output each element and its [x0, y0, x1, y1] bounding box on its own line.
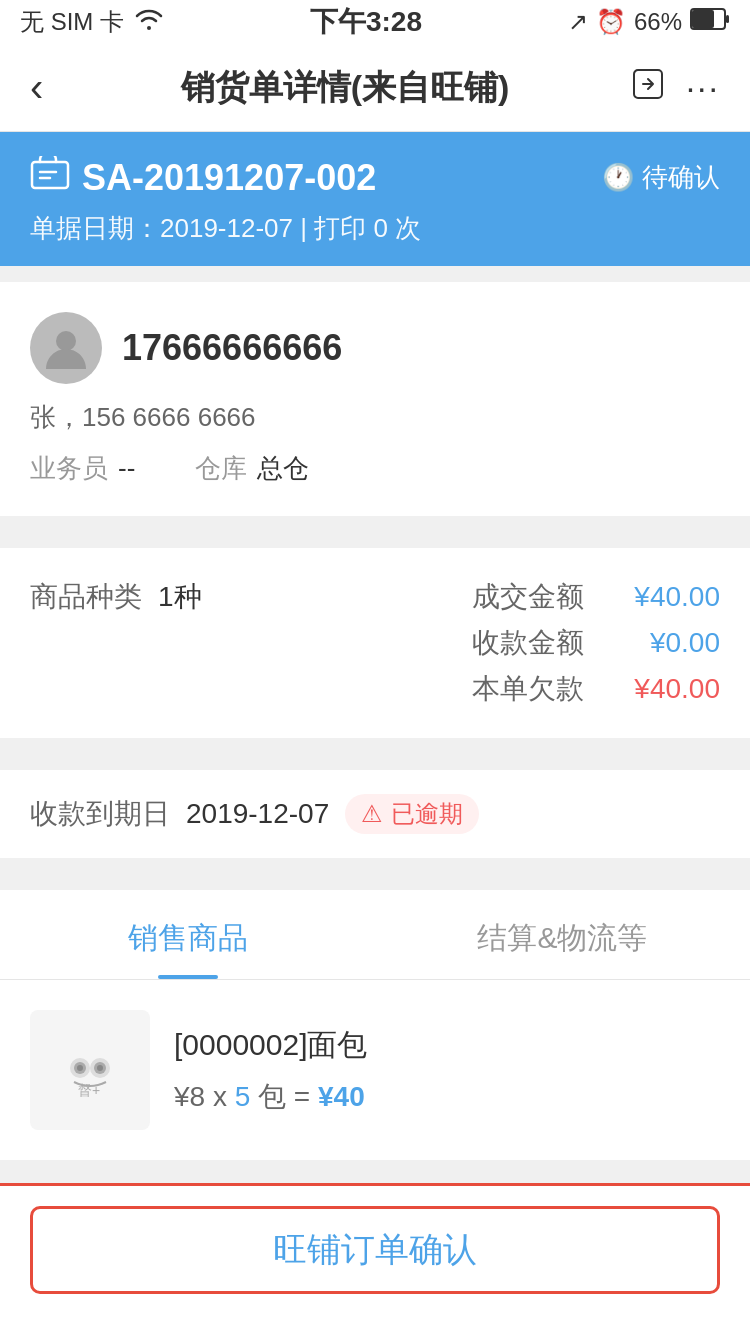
- overdue-icon: ⚠: [361, 800, 383, 828]
- product-item: 督+ [0000002]面包 ¥8 x 5 包 = ¥40: [0, 980, 750, 1160]
- order-header: SA-20191207-002 🕐 待确认 单据日期：2019-12-07 | …: [0, 132, 750, 266]
- warehouse-value: 总仓: [257, 451, 309, 486]
- amount-label-2: 本单欠款: [472, 670, 584, 708]
- sales-value: --: [118, 453, 135, 484]
- back-button[interactable]: ‹: [30, 65, 90, 110]
- status-left: 无 SIM 卡: [20, 6, 164, 38]
- separator-2: [0, 738, 750, 754]
- due-date: 2019-12-07: [186, 798, 329, 830]
- overdue-badge: ⚠ 已逾期: [345, 794, 479, 834]
- battery-text: 66%: [634, 8, 682, 36]
- product-type: 商品种类 1种: [30, 578, 202, 616]
- order-id: SA-20191207-002: [30, 156, 376, 199]
- summary-section: 商品种类 1种 成交金额 ¥40.00 收款金额 ¥0.00 本单欠款 ¥40.…: [0, 548, 750, 738]
- order-status: 🕐 待确认: [602, 160, 720, 195]
- customer-name: 张，156 6666 6666: [30, 400, 720, 435]
- order-icon: [30, 156, 70, 199]
- order-date: 单据日期：2019-12-07 | 打印 0 次: [30, 211, 720, 246]
- bottom-button-area: 旺铺订单确认: [0, 1183, 750, 1334]
- tabs-section: 销售商品 结算&物流等 督+ [0000002]面包 ¥8 x: [0, 890, 750, 1160]
- product-name: [0000002]面包: [174, 1025, 720, 1066]
- page-title: 销货单详情(来自旺铺): [90, 65, 600, 111]
- svg-text:督+: 督+: [78, 1082, 100, 1098]
- share-icon[interactable]: [630, 66, 666, 109]
- customer-meta: 业务员 -- 仓库 总仓: [30, 451, 720, 486]
- amounts: 成交金额 ¥40.00 收款金额 ¥0.00 本单欠款 ¥40.00: [472, 578, 720, 708]
- tabs-row: 销售商品 结算&物流等: [0, 890, 750, 980]
- due-section: 收款到期日 2019-12-07 ⚠ 已逾期: [0, 770, 750, 858]
- status-right: ↗ ⏰ 66%: [568, 8, 730, 36]
- nav-actions: ···: [600, 66, 720, 109]
- due-label: 收款到期日: [30, 795, 170, 833]
- separator-3: [0, 858, 750, 874]
- product-info: [0000002]面包 ¥8 x 5 包 = ¥40: [174, 1025, 720, 1116]
- product-qty: 5: [235, 1081, 251, 1112]
- alarm-icon: ⏰: [596, 8, 626, 36]
- avatar: [30, 312, 102, 384]
- svg-rect-2: [726, 15, 729, 23]
- customer-section: 17666666666 张，156 6666 6666 业务员 -- 仓库 总仓: [0, 282, 750, 516]
- svg-point-11: [97, 1065, 103, 1071]
- status-bar: 无 SIM 卡 下午3:28 ↗ ⏰ 66%: [0, 0, 750, 44]
- status-clock-icon: 🕐: [602, 162, 634, 193]
- no-sim-text: 无 SIM 卡: [20, 6, 124, 38]
- more-icon[interactable]: ···: [686, 68, 720, 107]
- separator-1: [0, 516, 750, 532]
- confirm-order-button[interactable]: 旺铺订单确认: [30, 1206, 720, 1294]
- amount-label-1: 收款金额: [472, 624, 584, 662]
- warehouse-label: 仓库: [195, 451, 247, 486]
- sales-label: 业务员: [30, 451, 108, 486]
- amount-value-2: ¥40.00: [600, 673, 720, 705]
- svg-point-10: [77, 1065, 83, 1071]
- status-time: 下午3:28: [310, 3, 422, 41]
- svg-rect-4: [32, 162, 68, 188]
- tab-products[interactable]: 销售商品: [0, 890, 375, 979]
- product-price: ¥8 x 5 包 = ¥40: [174, 1078, 720, 1116]
- amount-value-1: ¥0.00: [600, 627, 720, 659]
- product-total: ¥40: [318, 1081, 365, 1112]
- amount-value-0: ¥40.00: [600, 581, 720, 613]
- amount-label-0: 成交金额: [472, 578, 584, 616]
- tab-settlement[interactable]: 结算&物流等: [375, 890, 750, 979]
- nav-bar: ‹ 销货单详情(来自旺铺) ···: [0, 44, 750, 132]
- location-icon: ↗: [568, 8, 588, 36]
- svg-rect-1: [692, 10, 714, 28]
- wifi-icon: [134, 8, 164, 36]
- product-thumbnail: 督+: [30, 1010, 150, 1130]
- battery-icon: [690, 8, 730, 36]
- svg-point-5: [56, 331, 76, 351]
- overdue-text: 已逾期: [391, 798, 463, 830]
- customer-phone: 17666666666: [122, 327, 342, 369]
